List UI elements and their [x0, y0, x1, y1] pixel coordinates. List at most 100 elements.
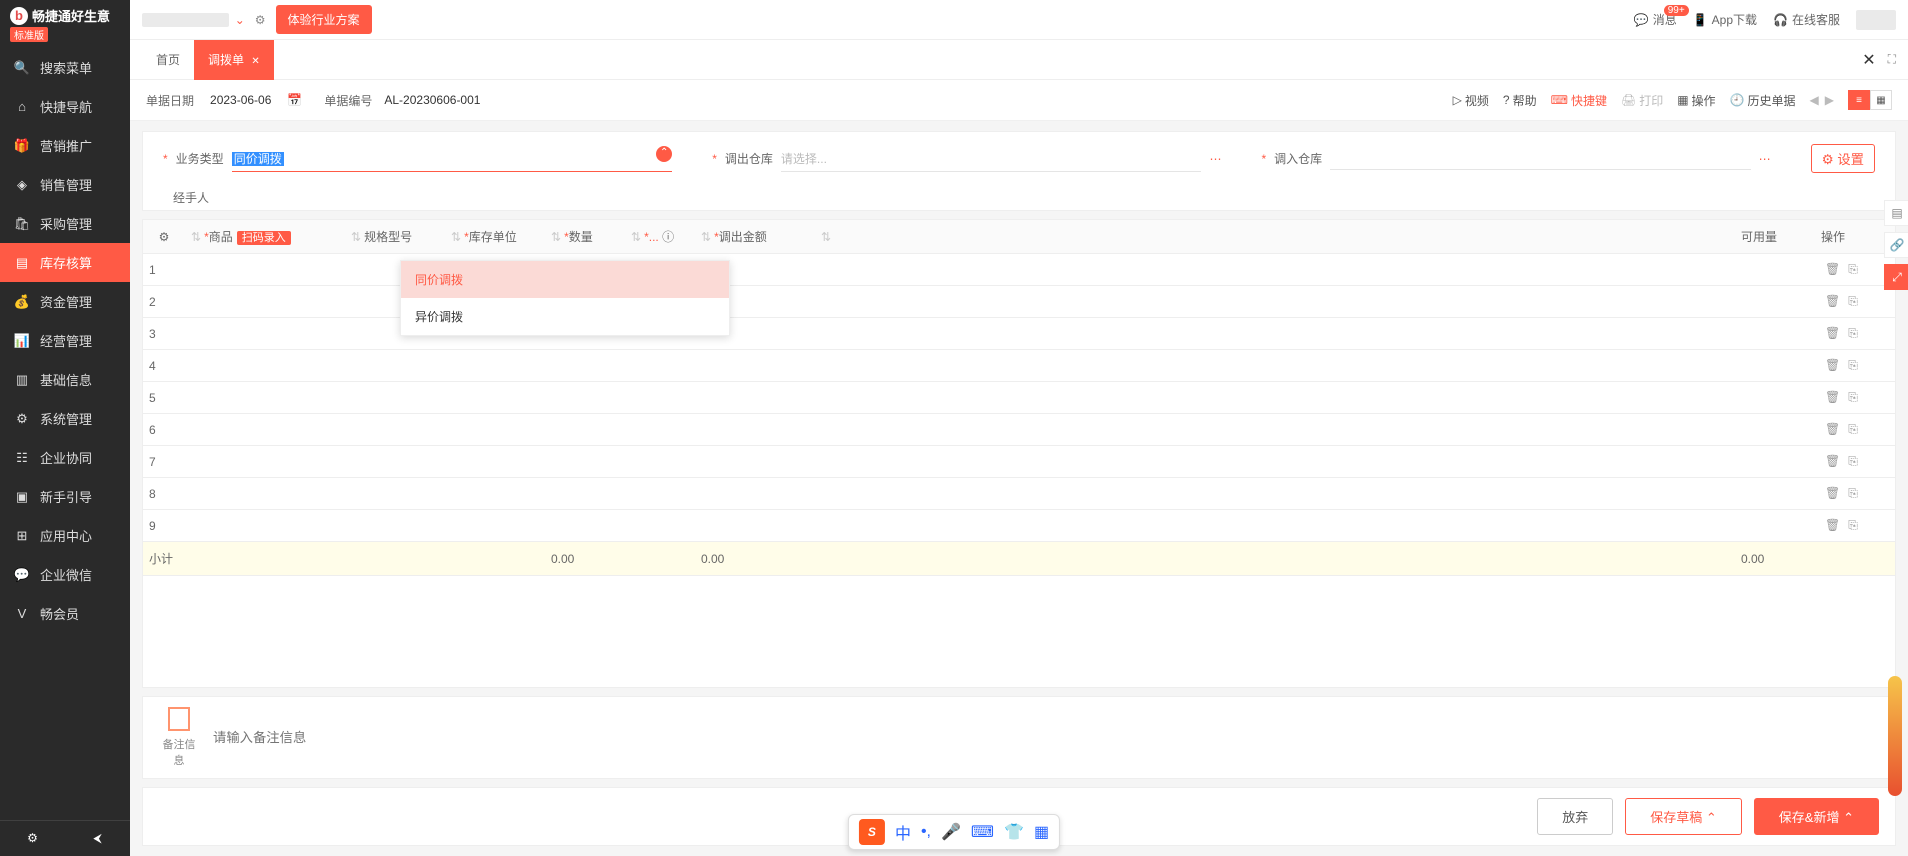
sidebar-item-marketing[interactable]: 🎁营销推广: [0, 126, 130, 165]
thermometer-widget[interactable]: [1888, 676, 1902, 796]
close-icon[interactable]: ✕: [251, 56, 259, 67]
col-avail[interactable]: 可用量: [1735, 220, 1815, 254]
operate-button[interactable]: ▦操作: [1677, 92, 1715, 109]
col-more[interactable]: ⇅*... ⓘ: [625, 220, 695, 254]
scan-button[interactable]: 扫码录入: [237, 231, 291, 245]
table-row[interactable]: 9🗑⎘: [143, 510, 1895, 542]
delete-row-icon[interactable]: 🗑: [1821, 262, 1844, 276]
app-download-link[interactable]: 📱 App下载: [1693, 11, 1757, 28]
video-button[interactable]: ▷视频: [1453, 92, 1489, 109]
delete-row-icon[interactable]: 🗑: [1821, 294, 1844, 308]
ime-voice-icon[interactable]: 🎤: [941, 822, 961, 842]
sidebar-item-apps[interactable]: ⊞应用中心: [0, 516, 130, 555]
table-row[interactable]: 6🗑⎘: [143, 414, 1895, 446]
col-blank[interactable]: ⇅: [815, 220, 1735, 254]
view-compact-button[interactable]: ▦: [1870, 90, 1892, 110]
col-unit[interactable]: ⇅*库存单位: [445, 220, 545, 254]
ime-skin-icon[interactable]: 👕: [1004, 822, 1024, 842]
col-settings[interactable]: ⚙: [143, 220, 185, 254]
table-row[interactable]: 8🗑⎘: [143, 478, 1895, 510]
table-row[interactable]: 5🗑⎘: [143, 382, 1895, 414]
table-row[interactable]: 4🗑⎘: [143, 350, 1895, 382]
print-button[interactable]: 🖨打印: [1621, 92, 1663, 109]
sidebar-item-operation[interactable]: 📊经营管理: [0, 321, 130, 360]
remark-input[interactable]: [213, 730, 1879, 745]
discard-button[interactable]: 放弃: [1537, 798, 1613, 835]
biz-type-select[interactable]: 同价调拨 ⌃: [232, 146, 673, 172]
ime-toolbox-icon[interactable]: ▦: [1034, 822, 1049, 842]
col-product[interactable]: ⇅*商品扫码录入: [185, 220, 345, 254]
copy-row-icon[interactable]: ⎘: [1844, 294, 1862, 308]
form-settings-button[interactable]: ⚙ 设置: [1811, 144, 1875, 173]
delete-row-icon[interactable]: 🗑: [1821, 358, 1844, 372]
rail-link-icon[interactable]: 🔗: [1884, 232, 1908, 258]
rail-expand-icon[interactable]: ⤢: [1884, 264, 1908, 290]
sidebar-item-wechat[interactable]: 💬企业微信: [0, 555, 130, 594]
experience-button[interactable]: 体验行业方案: [276, 5, 372, 34]
ime-punct-icon[interactable]: •,: [921, 823, 931, 841]
history-button[interactable]: 🕘历史单据: [1730, 92, 1796, 109]
tab-transfer[interactable]: 调拨单 ✕: [194, 40, 274, 80]
out-warehouse-select[interactable]: 请选择...: [781, 146, 1202, 172]
next-icon[interactable]: ▶: [1825, 93, 1834, 107]
delete-row-icon[interactable]: 🗑: [1821, 326, 1844, 340]
shortcut-button[interactable]: ⌨快捷键: [1551, 92, 1607, 109]
sidebar-item-system[interactable]: ⚙系统管理: [0, 399, 130, 438]
dropdown-option-diff-price[interactable]: 异价调拨: [401, 298, 729, 335]
copy-row-icon[interactable]: ⎘: [1844, 454, 1862, 468]
calendar-icon[interactable]: 📅: [287, 93, 302, 107]
dropdown-option-same-price[interactable]: 同价调拨: [401, 261, 729, 298]
delete-row-icon[interactable]: 🗑: [1821, 390, 1844, 404]
tab-home[interactable]: 首页: [142, 40, 194, 80]
support-link[interactable]: 🎧 在线客服: [1773, 11, 1840, 28]
copy-row-icon[interactable]: ⎘: [1844, 390, 1862, 404]
settings-icon[interactable]: ⚙: [255, 13, 266, 27]
sidebar-item-finance[interactable]: 💰资金管理: [0, 282, 130, 321]
delete-row-icon[interactable]: 🗑: [1821, 486, 1844, 500]
info-icon[interactable]: ⓘ: [662, 230, 674, 244]
ime-keyboard-icon[interactable]: ⌨: [971, 822, 994, 842]
settings-icon[interactable]: ⚙: [0, 821, 65, 856]
col-qty[interactable]: ⇅*数量: [545, 220, 625, 254]
ime-lang[interactable]: 中: [895, 820, 911, 844]
ime-toolbar[interactable]: S 中 •, 🎤 ⌨ 👕 ▦: [848, 814, 1060, 850]
sidebar-item-purchase[interactable]: 🛍采购管理: [0, 204, 130, 243]
avatar[interactable]: [1856, 10, 1896, 30]
more-icon[interactable]: ⋯: [1759, 152, 1771, 166]
sidebar-item-vip[interactable]: V畅会员: [0, 594, 130, 633]
fullscreen-icon[interactable]: ⛶: [1888, 52, 1896, 67]
copy-row-icon[interactable]: ⎘: [1844, 422, 1862, 436]
help-button[interactable]: ?帮助: [1503, 92, 1537, 109]
sidebar-item-base[interactable]: ▥基础信息: [0, 360, 130, 399]
copy-row-icon[interactable]: ⎘: [1844, 486, 1862, 500]
save-and-new-button[interactable]: 保存&新增 ⌃: [1754, 798, 1879, 835]
sidebar-item-inventory[interactable]: ▤库存核算: [0, 243, 130, 282]
view-detail-button[interactable]: ≡: [1848, 90, 1870, 110]
more-icon[interactable]: ⋯: [1209, 152, 1221, 166]
save-draft-button[interactable]: 保存草稿 ⌃: [1625, 798, 1742, 835]
col-spec[interactable]: ⇅规格型号: [345, 220, 445, 254]
in-warehouse-select[interactable]: [1330, 147, 1751, 170]
date-value[interactable]: 2023-06-06: [206, 93, 275, 107]
table-row[interactable]: 7🗑⎘: [143, 446, 1895, 478]
rail-note-icon[interactable]: ▤: [1884, 200, 1908, 226]
sidebar-item-search[interactable]: 🔍搜索菜单: [0, 48, 130, 87]
copy-row-icon[interactable]: ⎘: [1844, 326, 1862, 340]
sidebar-item-quicknav[interactable]: ⌂快捷导航: [0, 87, 130, 126]
delete-row-icon[interactable]: 🗑: [1821, 454, 1844, 468]
delete-row-icon[interactable]: 🗑: [1821, 518, 1844, 532]
tenant-switcher[interactable]: ____ ⌄: [142, 13, 245, 27]
copy-row-icon[interactable]: ⎘: [1844, 358, 1862, 372]
close-tab-icon[interactable]: ✕: [1862, 50, 1875, 70]
collapse-icon[interactable]: ⮜: [65, 821, 130, 856]
sogou-icon[interactable]: S: [859, 819, 885, 845]
col-out-amount[interactable]: ⇅*调出金额: [695, 220, 815, 254]
sidebar-item-guide[interactable]: ▣新手引导: [0, 477, 130, 516]
prev-icon[interactable]: ◀: [1810, 93, 1819, 107]
sidebar-item-collab[interactable]: ☷企业协同: [0, 438, 130, 477]
sidebar-item-sales[interactable]: ◈销售管理: [0, 165, 130, 204]
delete-row-icon[interactable]: 🗑: [1821, 422, 1844, 436]
copy-row-icon[interactable]: ⎘: [1844, 518, 1862, 532]
messages-link[interactable]: 💬 消息 99+: [1634, 11, 1677, 28]
copy-row-icon[interactable]: ⎘: [1844, 262, 1862, 276]
